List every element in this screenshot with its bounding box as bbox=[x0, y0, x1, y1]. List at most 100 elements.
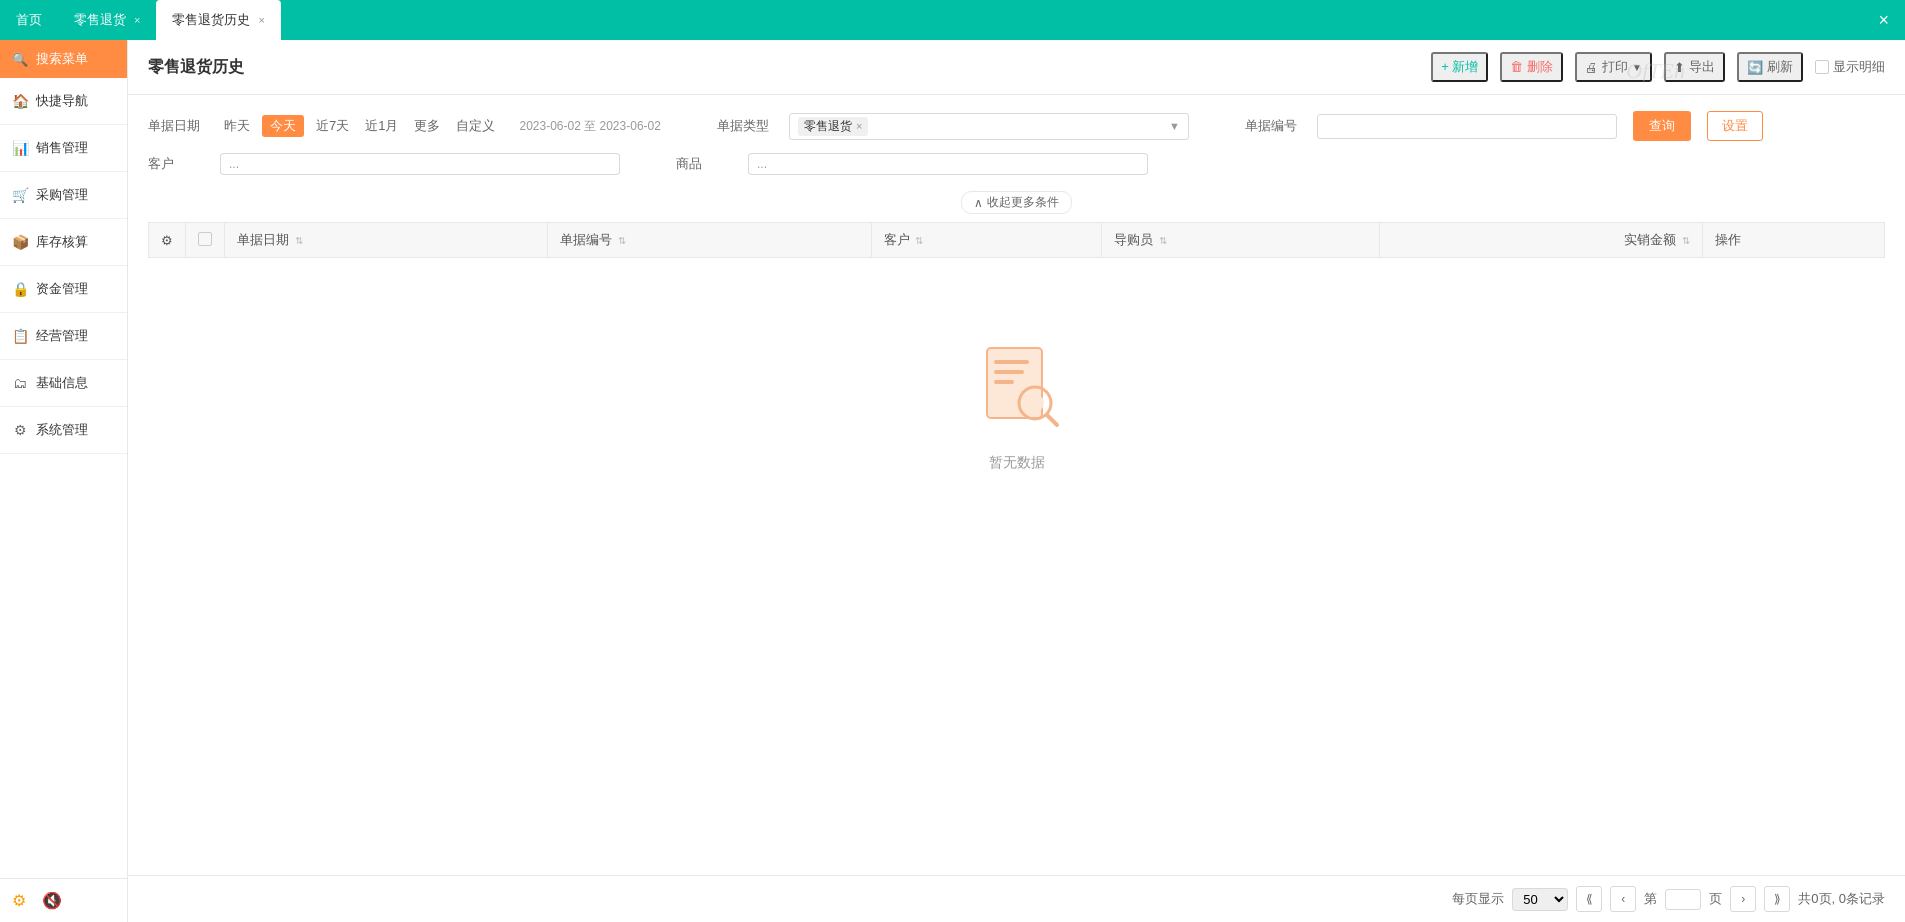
last-page-button[interactable]: ⟫ bbox=[1764, 886, 1790, 912]
th-date-label: 单据日期 bbox=[237, 232, 289, 247]
export-label: 导出 bbox=[1689, 58, 1715, 76]
top-bar: 首页零售退货×零售退货历史× × bbox=[0, 0, 1905, 40]
settings-bottom-icon[interactable]: ⚙ bbox=[12, 891, 26, 910]
th-number[interactable]: 单据编号 ⇅ bbox=[548, 223, 871, 258]
empty-state: 暂无数据 bbox=[148, 258, 1885, 552]
prev-page-button[interactable]: ‹ bbox=[1610, 886, 1636, 912]
date-filter-label: 单据日期 bbox=[148, 117, 204, 135]
sidebar-label: 快捷导航 bbox=[36, 92, 88, 110]
sidebar-label: 销售管理 bbox=[36, 139, 88, 157]
sidebar-item-销售管理[interactable]: 📊 销售管理 bbox=[0, 125, 127, 172]
date-opt-自定义[interactable]: 自定义 bbox=[452, 115, 499, 137]
collapse-up-icon: ∧ bbox=[974, 196, 983, 210]
tab-close-零售退货历史[interactable]: × bbox=[258, 14, 264, 26]
sidebar-item-系统管理[interactable]: ⚙ 系统管理 bbox=[0, 407, 127, 454]
th-date[interactable]: 单据日期 ⇅ bbox=[225, 223, 548, 258]
sidebar-item-库存核算[interactable]: 📦 库存核算 bbox=[0, 219, 127, 266]
sidebar-icon: 📦 bbox=[12, 234, 28, 250]
filter-row-1: 单据日期 昨天今天近7天近1月更多自定义 2023-06-02 至 2023-0… bbox=[148, 111, 1885, 141]
volume-icon[interactable]: 🔇 bbox=[42, 891, 62, 910]
collapse-button[interactable]: ∧ 收起更多条件 bbox=[961, 191, 1072, 214]
voucher-type-select[interactable]: 零售退货 × ▼ bbox=[789, 113, 1189, 140]
table-header: ⚙ 单据日期 ⇅ 单据编号 ⇅ 客户 bbox=[149, 223, 1885, 258]
sidebar-icon: 📋 bbox=[12, 328, 28, 344]
search-icon: 🔍 bbox=[12, 52, 28, 67]
th-amount-sort-icon: ⇅ bbox=[1682, 235, 1690, 246]
export-button[interactable]: ⬆ 导出 bbox=[1664, 52, 1725, 82]
th-number-sort-icon: ⇅ bbox=[618, 235, 626, 246]
voucher-type-label: 单据类型 bbox=[717, 117, 773, 135]
data-table: ⚙ 单据日期 ⇅ 单据编号 ⇅ 客户 bbox=[148, 222, 1885, 258]
main-layout: 🔍 搜索菜单 🏠 快捷导航📊 销售管理🛒 采购管理📦 库存核算🔒 资金管理📋 经… bbox=[0, 40, 1905, 922]
filter-area: 单据日期 昨天今天近7天近1月更多自定义 2023-06-02 至 2023-0… bbox=[128, 95, 1905, 222]
print-label: 打印 bbox=[1602, 58, 1628, 76]
sidebar-search[interactable]: 🔍 搜索菜单 bbox=[0, 40, 127, 78]
customer-input[interactable]: ... bbox=[220, 153, 620, 175]
sidebar-item-快捷导航[interactable]: 🏠 快捷导航 bbox=[0, 78, 127, 125]
new-button[interactable]: + 新增 bbox=[1431, 52, 1488, 82]
svg-rect-2 bbox=[994, 370, 1024, 374]
page-size-select[interactable]: 10 20 50 100 bbox=[1512, 888, 1568, 911]
th-guide-label: 导购员 bbox=[1114, 232, 1153, 247]
sidebar-item-基础信息[interactable]: 🗂 基础信息 bbox=[0, 360, 127, 407]
th-actions: 操作 bbox=[1702, 223, 1884, 258]
total-info: 共0页, 0条记录 bbox=[1798, 890, 1885, 908]
header-row: ⚙ 单据日期 ⇅ 单据编号 ⇅ 客户 bbox=[149, 223, 1885, 258]
goods-input[interactable]: ... bbox=[748, 153, 1148, 175]
th-amount[interactable]: 实销金额 ⇅ bbox=[1379, 223, 1702, 258]
tab-首页[interactable]: 首页 bbox=[0, 0, 58, 40]
delete-button[interactable]: 🗑 删除 bbox=[1500, 52, 1563, 82]
date-opt-近7天[interactable]: 近7天 bbox=[312, 115, 353, 137]
header-actions: + 新增 🗑 删除 🖨 打印 ▼ ⬆ 导出 🔄 刷新 显示明细 bbox=[1431, 52, 1885, 82]
settings-button[interactable]: 设置 bbox=[1707, 111, 1763, 141]
tab-零售退货[interactable]: 零售退货× bbox=[58, 0, 156, 40]
voucher-number-label: 单据编号 bbox=[1245, 117, 1301, 135]
th-amount-label: 实销金额 bbox=[1624, 232, 1676, 247]
show-detail-checkbox[interactable] bbox=[1815, 60, 1829, 74]
sidebar-icon: ⚙ bbox=[12, 422, 28, 438]
sidebar-label: 资金管理 bbox=[36, 280, 88, 298]
export-icon: ⬆ bbox=[1674, 60, 1685, 75]
svg-rect-1 bbox=[994, 360, 1029, 364]
voucher-number-input[interactable] bbox=[1317, 114, 1617, 139]
refresh-label: 刷新 bbox=[1767, 58, 1793, 76]
print-button[interactable]: 🖨 打印 ▼ bbox=[1575, 52, 1652, 82]
page-size-label: 每页显示 bbox=[1452, 890, 1504, 908]
th-number-label: 单据编号 bbox=[560, 232, 612, 247]
query-button[interactable]: 查询 bbox=[1633, 111, 1691, 141]
select-all-checkbox[interactable] bbox=[198, 232, 212, 246]
voucher-type-tag-close[interactable]: × bbox=[856, 120, 862, 132]
refresh-button[interactable]: 🔄 刷新 bbox=[1737, 52, 1803, 82]
print-dropdown-icon: ▼ bbox=[1632, 62, 1642, 73]
next-page-button[interactable]: › bbox=[1730, 886, 1756, 912]
first-page-button[interactable]: ⟪ bbox=[1576, 886, 1602, 912]
pagination-bar: 每页显示 10 20 50 100 ⟪ ‹ 第 1 页 › ⟫ 共0页, 0条记… bbox=[128, 875, 1905, 922]
th-customer[interactable]: 客户 ⇅ bbox=[871, 223, 1102, 258]
show-detail-text: 显示明细 bbox=[1833, 58, 1885, 76]
sidebar-item-经营管理[interactable]: 📋 经营管理 bbox=[0, 313, 127, 360]
date-opt-近1月[interactable]: 近1月 bbox=[361, 115, 402, 137]
th-guide-sort-icon: ⇅ bbox=[1159, 235, 1167, 246]
tab-零售退货历史[interactable]: 零售退货历史× bbox=[156, 0, 280, 40]
date-opt-昨天[interactable]: 昨天 bbox=[220, 115, 254, 137]
date-opt-今天[interactable]: 今天 bbox=[262, 115, 304, 137]
window-close-button[interactable]: × bbox=[1862, 10, 1905, 31]
table-area: ⚙ 单据日期 ⇅ 单据编号 ⇅ 客户 bbox=[128, 222, 1905, 875]
sidebar-label: 经营管理 bbox=[36, 327, 88, 345]
refresh-icon: 🔄 bbox=[1747, 60, 1763, 75]
page-header: 零售退货历史 + 新增 🗑 删除 🖨 打印 ▼ ⬆ 导出 🔄 刷新 bbox=[128, 40, 1905, 95]
svg-rect-3 bbox=[994, 380, 1014, 384]
th-checkbox[interactable] bbox=[186, 223, 225, 258]
tab-close-零售退货[interactable]: × bbox=[134, 14, 140, 26]
sidebar-icon: 🔒 bbox=[12, 281, 28, 297]
collapse-label: 收起更多条件 bbox=[987, 194, 1059, 211]
svg-point-6 bbox=[1026, 394, 1044, 412]
sidebar-label: 库存核算 bbox=[36, 233, 88, 251]
th-settings[interactable]: ⚙ bbox=[149, 223, 186, 258]
sidebar-item-采购管理[interactable]: 🛒 采购管理 bbox=[0, 172, 127, 219]
th-guide[interactable]: 导购员 ⇅ bbox=[1102, 223, 1379, 258]
page-number-input[interactable]: 1 bbox=[1665, 889, 1701, 910]
sidebar-icon: 🏠 bbox=[12, 93, 28, 109]
date-opt-更多[interactable]: 更多 bbox=[410, 115, 444, 137]
sidebar-item-资金管理[interactable]: 🔒 资金管理 bbox=[0, 266, 127, 313]
